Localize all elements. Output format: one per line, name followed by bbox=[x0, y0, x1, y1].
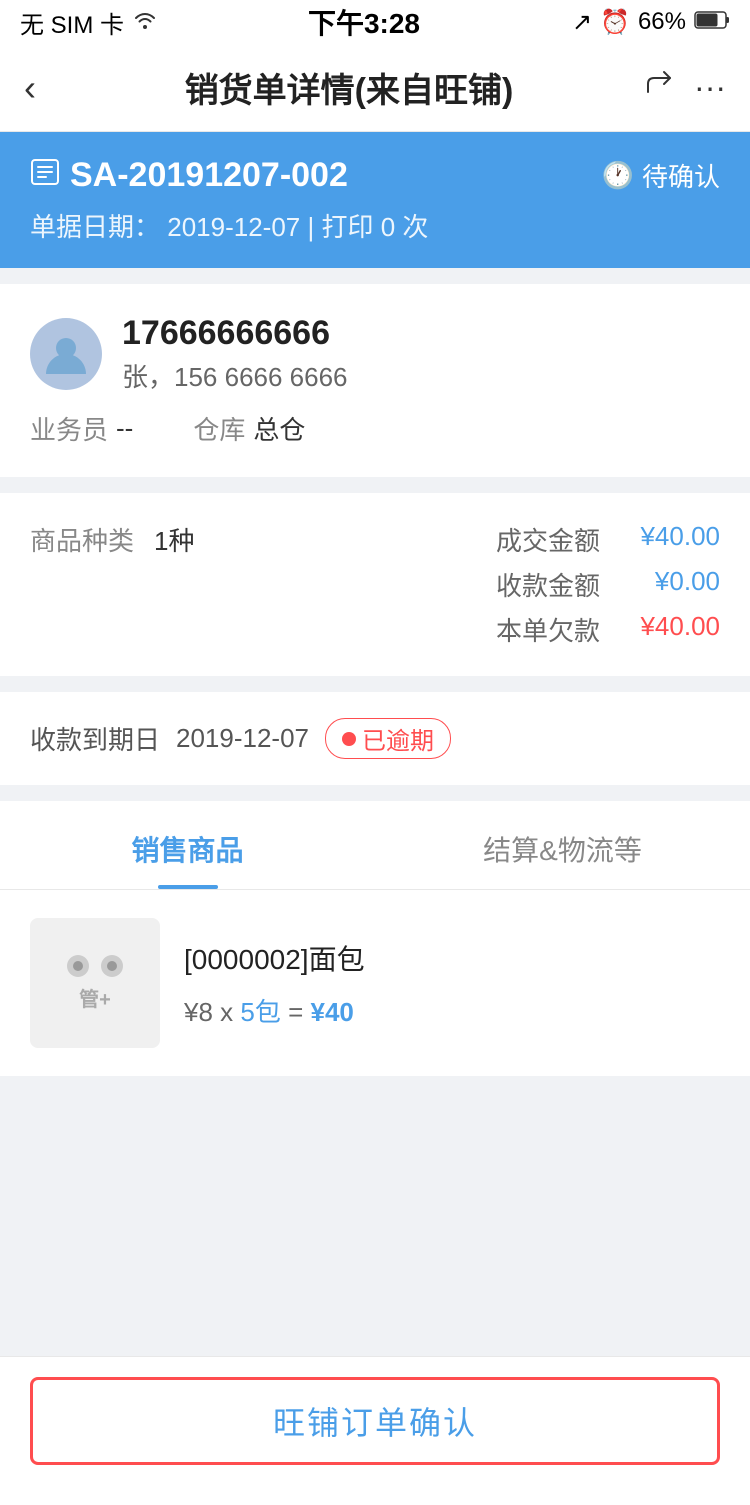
customer-phone: 17666666666 bbox=[122, 314, 348, 353]
tab-settlement-label: 结算&物流等 bbox=[483, 835, 642, 866]
product-info: [0000002]面包 ¥8 x 5包 = ¥40 bbox=[184, 938, 720, 1029]
share-button[interactable] bbox=[642, 68, 674, 108]
stats-left: 商品种类 1种 bbox=[30, 521, 194, 558]
tab-sales-product[interactable]: 销售商品 bbox=[0, 801, 375, 889]
category-value: 1种 bbox=[154, 521, 194, 558]
product-equals: = bbox=[281, 997, 311, 1027]
owl-label: 管+ bbox=[79, 983, 111, 1012]
nav-actions: ··· bbox=[642, 68, 726, 108]
received-row: 收款金额 ¥0.00 bbox=[496, 566, 720, 603]
owl-eyes-icon bbox=[67, 955, 123, 977]
status-clock-icon: 🕐 bbox=[602, 160, 634, 191]
owed-label: 本单欠款 bbox=[496, 611, 600, 648]
customer-section: 17666666666 张，156 6666 6666 业务员 -- 仓库 总仓 bbox=[0, 284, 750, 477]
status-time: 下午3:28 bbox=[308, 2, 420, 42]
product-price-row: ¥8 x 5包 = ¥40 bbox=[184, 992, 720, 1029]
print-info: 打印 0 次 bbox=[321, 212, 428, 242]
product-name: [0000002]面包 bbox=[184, 938, 720, 978]
confirm-order-button[interactable]: 旺铺订单确认 bbox=[30, 1377, 720, 1465]
sales-rep-label: 业务员 bbox=[30, 410, 108, 447]
page-title: 销货单详情(来自旺铺) bbox=[56, 63, 642, 112]
amount-row: 成交金额 ¥40.00 bbox=[496, 521, 720, 558]
header-card-top: SA-20191207-002 🕐 待确认 bbox=[30, 156, 720, 195]
customer-top: 17666666666 张，156 6666 6666 bbox=[30, 314, 720, 394]
avatar bbox=[30, 318, 102, 390]
product-thumb-inner: 管+ bbox=[67, 955, 123, 1012]
received-value: ¥0.00 bbox=[620, 566, 720, 603]
tabs-section: 销售商品 结算&物流等 bbox=[0, 801, 750, 890]
due-date-value: 2019-12-07 bbox=[176, 723, 309, 754]
overdue-text: 已逾期 bbox=[362, 721, 434, 756]
customer-meta: 业务员 -- 仓库 总仓 bbox=[30, 410, 720, 447]
received-label: 收款金额 bbox=[496, 566, 600, 603]
owl-eye-left bbox=[67, 955, 89, 977]
overdue-dot-icon bbox=[342, 732, 356, 746]
order-status-text: 待确认 bbox=[642, 157, 720, 194]
order-status: 🕐 待确认 bbox=[602, 157, 720, 194]
header-card: SA-20191207-002 🕐 待确认 单据日期： 2019-12-07 |… bbox=[0, 132, 750, 268]
battery-icon bbox=[694, 8, 730, 36]
due-section: 收款到期日 2019-12-07 已逾期 bbox=[0, 692, 750, 785]
location-icon: ↗ bbox=[572, 8, 592, 37]
tab-settlement[interactable]: 结算&物流等 bbox=[375, 801, 750, 889]
tab-sales-product-label: 销售商品 bbox=[131, 835, 243, 866]
nav-bar: ‹ 销货单详情(来自旺铺) ··· bbox=[0, 44, 750, 132]
owed-row: 本单欠款 ¥40.00 bbox=[496, 611, 720, 648]
battery-label: 66% bbox=[638, 8, 686, 36]
stats-right: 成交金额 ¥40.00 收款金额 ¥0.00 本单欠款 ¥40.00 bbox=[496, 521, 720, 648]
category-label: 商品种类 bbox=[30, 521, 134, 558]
stats-section: 商品种类 1种 成交金额 ¥40.00 收款金额 ¥0.00 本单欠款 ¥40.… bbox=[0, 493, 750, 676]
status-bar: 无 SIM 卡 下午3:28 ↗ ⏰ 66% bbox=[0, 0, 750, 44]
amount-value: ¥40.00 bbox=[620, 521, 720, 558]
warehouse: 仓库 总仓 bbox=[193, 410, 305, 447]
alarm-icon: ⏰ bbox=[600, 8, 630, 37]
order-date: 2019-12-07 bbox=[167, 212, 300, 242]
product-thumbnail: 管+ bbox=[30, 918, 160, 1048]
customer-info: 17666666666 张，156 6666 6666 bbox=[122, 314, 348, 394]
overdue-badge: 已逾期 bbox=[325, 718, 451, 759]
order-id-icon bbox=[30, 156, 60, 195]
warehouse-value: 总仓 bbox=[253, 410, 305, 447]
separator: | bbox=[307, 212, 321, 242]
sales-rep-value: -- bbox=[116, 413, 133, 444]
order-id-text: SA-20191207-002 bbox=[70, 156, 348, 195]
status-right: ↗ ⏰ 66% bbox=[572, 8, 730, 37]
order-id: SA-20191207-002 bbox=[30, 156, 348, 195]
date-label: 单据日期： bbox=[30, 212, 160, 242]
amount-label: 成交金额 bbox=[496, 521, 600, 558]
carrier-label: 无 SIM 卡 bbox=[20, 5, 124, 40]
sales-rep: 业务员 -- bbox=[30, 410, 133, 447]
customer-name-phone: 张，156 6666 6666 bbox=[122, 357, 348, 394]
bottom-bar: 旺铺订单确认 bbox=[0, 1356, 750, 1505]
empty-space bbox=[0, 1076, 750, 1356]
due-date-label: 收款到期日 bbox=[30, 720, 160, 757]
product-section: 管+ [0000002]面包 ¥8 x 5包 = ¥40 bbox=[0, 890, 750, 1076]
wifi-icon bbox=[134, 8, 156, 36]
header-card-bottom: 单据日期： 2019-12-07 | 打印 0 次 bbox=[30, 207, 720, 244]
owl-eye-right bbox=[101, 955, 123, 977]
product-total-price: ¥40 bbox=[310, 997, 353, 1027]
more-button[interactable]: ··· bbox=[694, 69, 726, 106]
back-button[interactable]: ‹ bbox=[24, 67, 56, 109]
warehouse-label: 仓库 bbox=[193, 410, 245, 447]
product-qty: 5包 bbox=[240, 997, 280, 1027]
product-price-text: ¥8 x bbox=[184, 997, 240, 1027]
owed-value: ¥40.00 bbox=[620, 611, 720, 648]
status-left: 无 SIM 卡 bbox=[20, 5, 156, 40]
